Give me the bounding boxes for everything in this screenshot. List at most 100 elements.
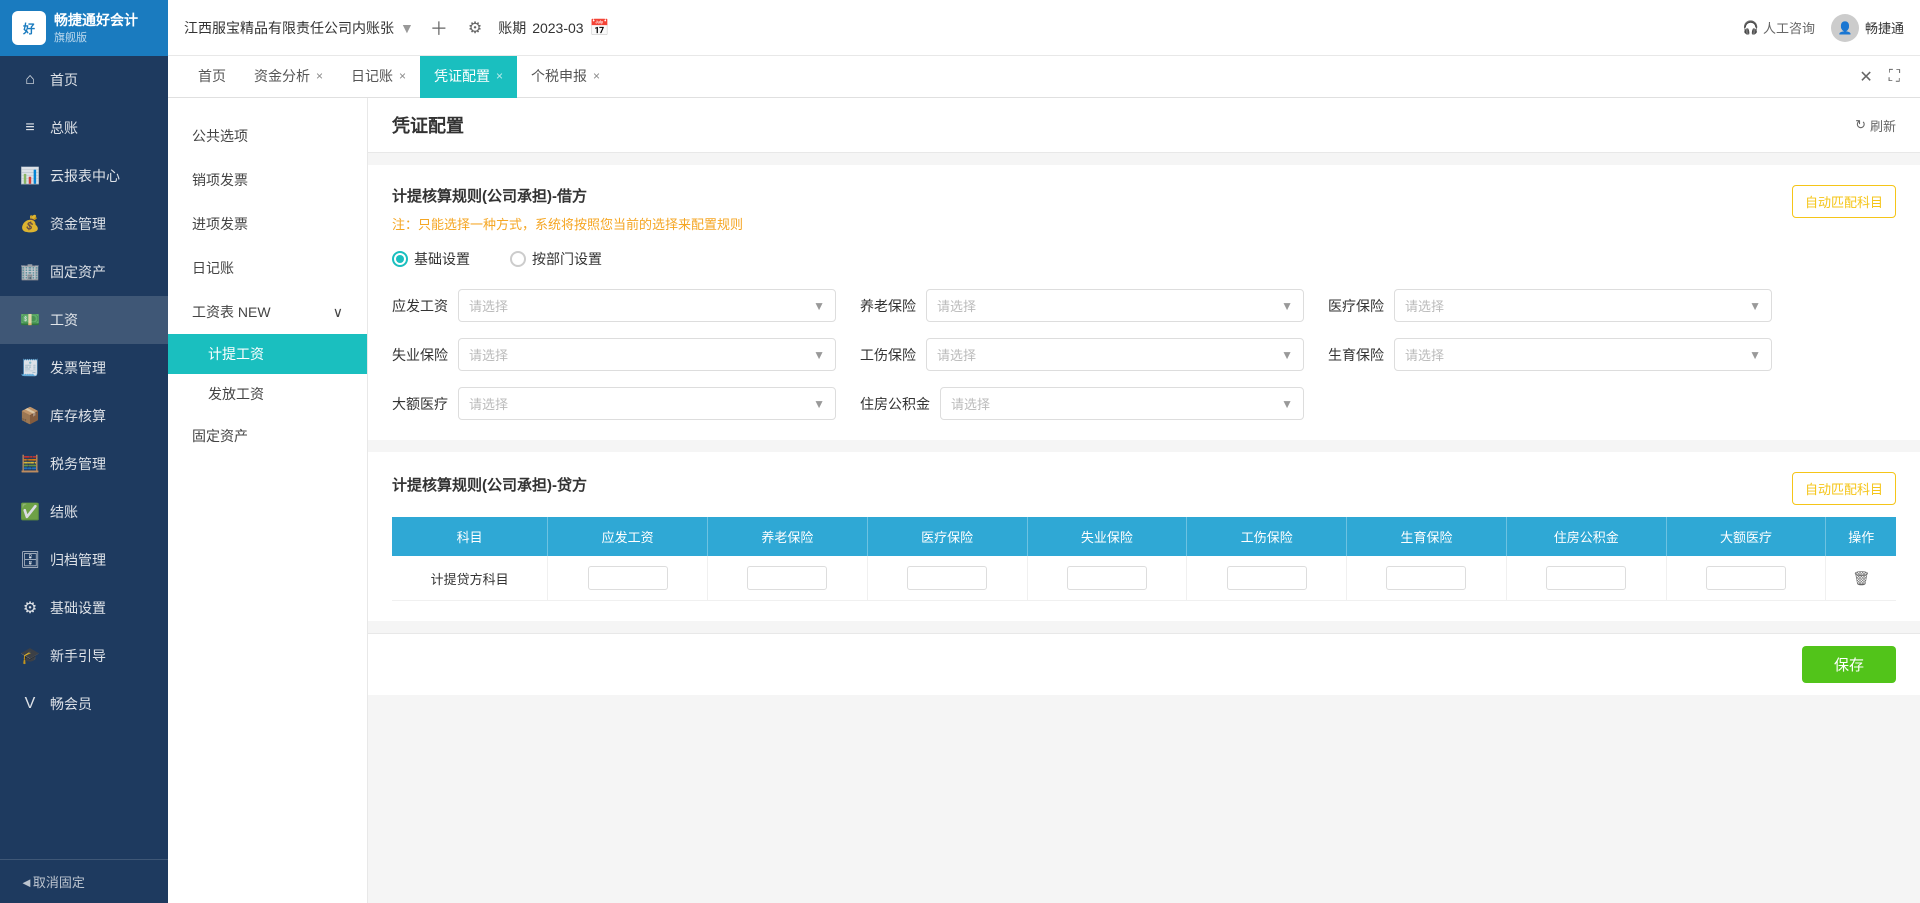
unemployment-select[interactable]: 请选择 ▼ xyxy=(458,338,836,371)
calendar-icon[interactable]: 📅 xyxy=(590,18,610,38)
table-row: 计提贷方科目 🗑 xyxy=(392,556,1896,601)
tab-voucher-config[interactable]: 凭证配置 × xyxy=(420,56,517,98)
field-maternity: 生育保险 请选择 ▼ xyxy=(1328,338,1772,371)
settings-button[interactable]: ⚙ xyxy=(464,14,486,42)
cancel-fixed-button[interactable]: ◄取消固定 xyxy=(0,859,168,903)
menu-item-public[interactable]: 公共选项 xyxy=(168,114,367,158)
refresh-button[interactable]: ↻ 刷新 xyxy=(1855,116,1896,135)
settings-icon: ⚙ xyxy=(20,598,40,618)
debit-section-note: 注：只能选择一种方式，系统将按照您当前的选择来配置规则 xyxy=(392,214,1772,233)
field-salary: 应发工资 请选择 ▼ xyxy=(392,289,836,322)
sidebar-item-invoice[interactable]: 🧾 发票管理 xyxy=(0,344,168,392)
tab-fund-analysis-label: 资金分析 xyxy=(254,66,310,86)
tab-tax-report[interactable]: 个税申报 × xyxy=(517,56,614,98)
input-big-medical[interactable] xyxy=(1706,566,1786,590)
sidebar-item-home[interactable]: ⌂ 首页 xyxy=(0,56,168,104)
big-medical-placeholder: 请选择 xyxy=(469,394,508,413)
th-housing-fund: 住房公积金 xyxy=(1506,517,1666,556)
housing-fund-placeholder: 请选择 xyxy=(951,394,990,413)
menu-item-sales-invoice[interactable]: 销项发票 xyxy=(168,158,367,202)
tab-home[interactable]: 首页 xyxy=(184,56,240,98)
input-maternity[interactable] xyxy=(1386,566,1466,590)
field-housing-fund: 住房公积金 请选择 ▼ xyxy=(860,387,1304,420)
sidebar-item-cloud-report[interactable]: 📊 云报表中心 xyxy=(0,152,168,200)
pension-label: 养老保险 xyxy=(860,296,916,316)
input-housing-fund[interactable] xyxy=(1546,566,1626,590)
topbar: 江西服宝精品有限责任公司内账张 ▼ ＋ ⚙ 账期 2023-03 📅 🎧 人工咨… xyxy=(168,0,1920,56)
vip-icon: V xyxy=(20,695,40,713)
sidebar-item-checkout[interactable]: ✅ 结账 xyxy=(0,488,168,536)
salary-placeholder: 请选择 xyxy=(469,296,508,315)
sidebar-label-archive: 归档管理 xyxy=(50,550,106,570)
tabs-actions: ✕ ⛶ xyxy=(1855,63,1904,91)
sidebar-item-ledger[interactable]: ≡ 总账 xyxy=(0,104,168,152)
housing-fund-label: 住房公积金 xyxy=(860,394,930,414)
tab-journal-close[interactable]: × xyxy=(399,69,406,83)
injury-select[interactable]: 请选择 ▼ xyxy=(926,338,1304,371)
input-unemployment[interactable] xyxy=(1067,566,1147,590)
sidebar-item-vip[interactable]: V 畅会员 xyxy=(0,680,168,728)
sidebar-item-basic-settings[interactable]: ⚙ 基础设置 xyxy=(0,584,168,632)
input-injury[interactable] xyxy=(1227,566,1307,590)
period-selector: 账期 2023-03 📅 xyxy=(498,18,609,38)
debit-section: 计提核算规则(公司承担)-借方 注：只能选择一种方式，系统将按照您当前的选择来配… xyxy=(368,165,1920,440)
sidebar-label-salary: 工资 xyxy=(50,310,78,330)
input-salary[interactable] xyxy=(588,566,668,590)
menu-item-journal[interactable]: 日记账 xyxy=(168,246,367,290)
debit-auto-match-button[interactable]: 自动匹配科目 xyxy=(1792,185,1896,218)
cell-housing-fund xyxy=(1506,556,1666,601)
tab-fund-analysis[interactable]: 资金分析 × xyxy=(240,56,337,98)
company-selector[interactable]: 江西服宝精品有限责任公司内账张 ▼ xyxy=(184,18,414,38)
sidebar-item-guide[interactable]: 🎓 新手引导 xyxy=(0,632,168,680)
field-unemployment: 失业保险 请选择 ▼ xyxy=(392,338,836,371)
radio-dept[interactable]: 按部门设置 xyxy=(510,249,602,269)
th-unemployment: 失业保险 xyxy=(1027,517,1187,556)
input-medical[interactable] xyxy=(907,566,987,590)
debit-form-grid: 应发工资 请选择 ▼ 养老保险 请选择 ▼ xyxy=(392,289,1772,420)
tab-fund-analysis-close[interactable]: × xyxy=(316,69,323,83)
sidebar-item-tax[interactable]: 🧮 税务管理 xyxy=(0,440,168,488)
cell-injury xyxy=(1187,556,1347,601)
maternity-select[interactable]: 请选择 ▼ xyxy=(1394,338,1772,371)
sidebar-label-inventory: 库存核算 xyxy=(50,406,106,426)
medical-select[interactable]: 请选择 ▼ xyxy=(1394,289,1772,322)
menu-item-fixed-asset[interactable]: 固定资产 xyxy=(168,414,367,458)
sidebar-item-archive[interactable]: 🗄 归档管理 xyxy=(0,536,168,584)
tab-voucher-config-close[interactable]: × xyxy=(496,69,503,83)
menu-item-salary-accrual[interactable]: 计提工资 xyxy=(168,334,367,374)
menu-group-salary: 工资表 NEW ∨ 计提工资 发放工资 xyxy=(168,290,367,414)
content-area: 公共选项 销项发票 进项发票 日记账 工资表 NEW ∨ 计提工资 发放工资 固… xyxy=(168,98,1920,903)
pension-select[interactable]: 请选择 ▼ xyxy=(926,289,1304,322)
save-button[interactable]: 保存 xyxy=(1802,646,1896,683)
close-tab-button[interactable]: ✕ xyxy=(1855,63,1876,91)
th-salary: 应发工资 xyxy=(548,517,708,556)
pension-placeholder: 请选择 xyxy=(937,296,976,315)
sidebar-item-inventory[interactable]: 📦 库存核算 xyxy=(0,392,168,440)
menu-item-salary-payment[interactable]: 发放工资 xyxy=(168,374,367,414)
pension-arrow-icon: ▼ xyxy=(1281,299,1293,313)
th-medical: 医疗保险 xyxy=(867,517,1027,556)
input-pension[interactable] xyxy=(747,566,827,590)
sidebar-item-fixed-asset[interactable]: 🏢 固定资产 xyxy=(0,248,168,296)
salary-select[interactable]: 请选择 ▼ xyxy=(458,289,836,322)
delete-row-button[interactable]: 🗑 xyxy=(1852,570,1870,586)
unemployment-label: 失业保险 xyxy=(392,345,448,365)
sidebar-label-home: 首页 xyxy=(50,70,78,90)
housing-fund-select[interactable]: 请选择 ▼ xyxy=(940,387,1304,420)
tab-journal[interactable]: 日记账 × xyxy=(337,56,420,98)
service-label: 人工咨询 xyxy=(1763,18,1815,37)
menu-item-purchase-invoice[interactable]: 进项发票 xyxy=(168,202,367,246)
user-menu[interactable]: 👤 畅捷通 xyxy=(1831,14,1904,42)
menu-group-salary-header[interactable]: 工资表 NEW ∨ xyxy=(168,290,367,334)
sidebar-label-tax: 税务管理 xyxy=(50,454,106,474)
radio-basic[interactable]: 基础设置 xyxy=(392,249,470,269)
maximize-button[interactable]: ⛶ xyxy=(1885,63,1904,91)
sidebar-item-salary[interactable]: 💵 工资 xyxy=(0,296,168,344)
sidebar-item-fund[interactable]: 💰 资金管理 xyxy=(0,200,168,248)
service-button[interactable]: 🎧 人工咨询 xyxy=(1743,18,1815,37)
big-medical-arrow-icon: ▼ xyxy=(813,397,825,411)
credit-auto-match-button[interactable]: 自动匹配科目 xyxy=(1792,472,1896,505)
add-account-button[interactable]: ＋ xyxy=(426,11,452,45)
tab-tax-report-close[interactable]: × xyxy=(593,69,600,83)
big-medical-select[interactable]: 请选择 ▼ xyxy=(458,387,836,420)
